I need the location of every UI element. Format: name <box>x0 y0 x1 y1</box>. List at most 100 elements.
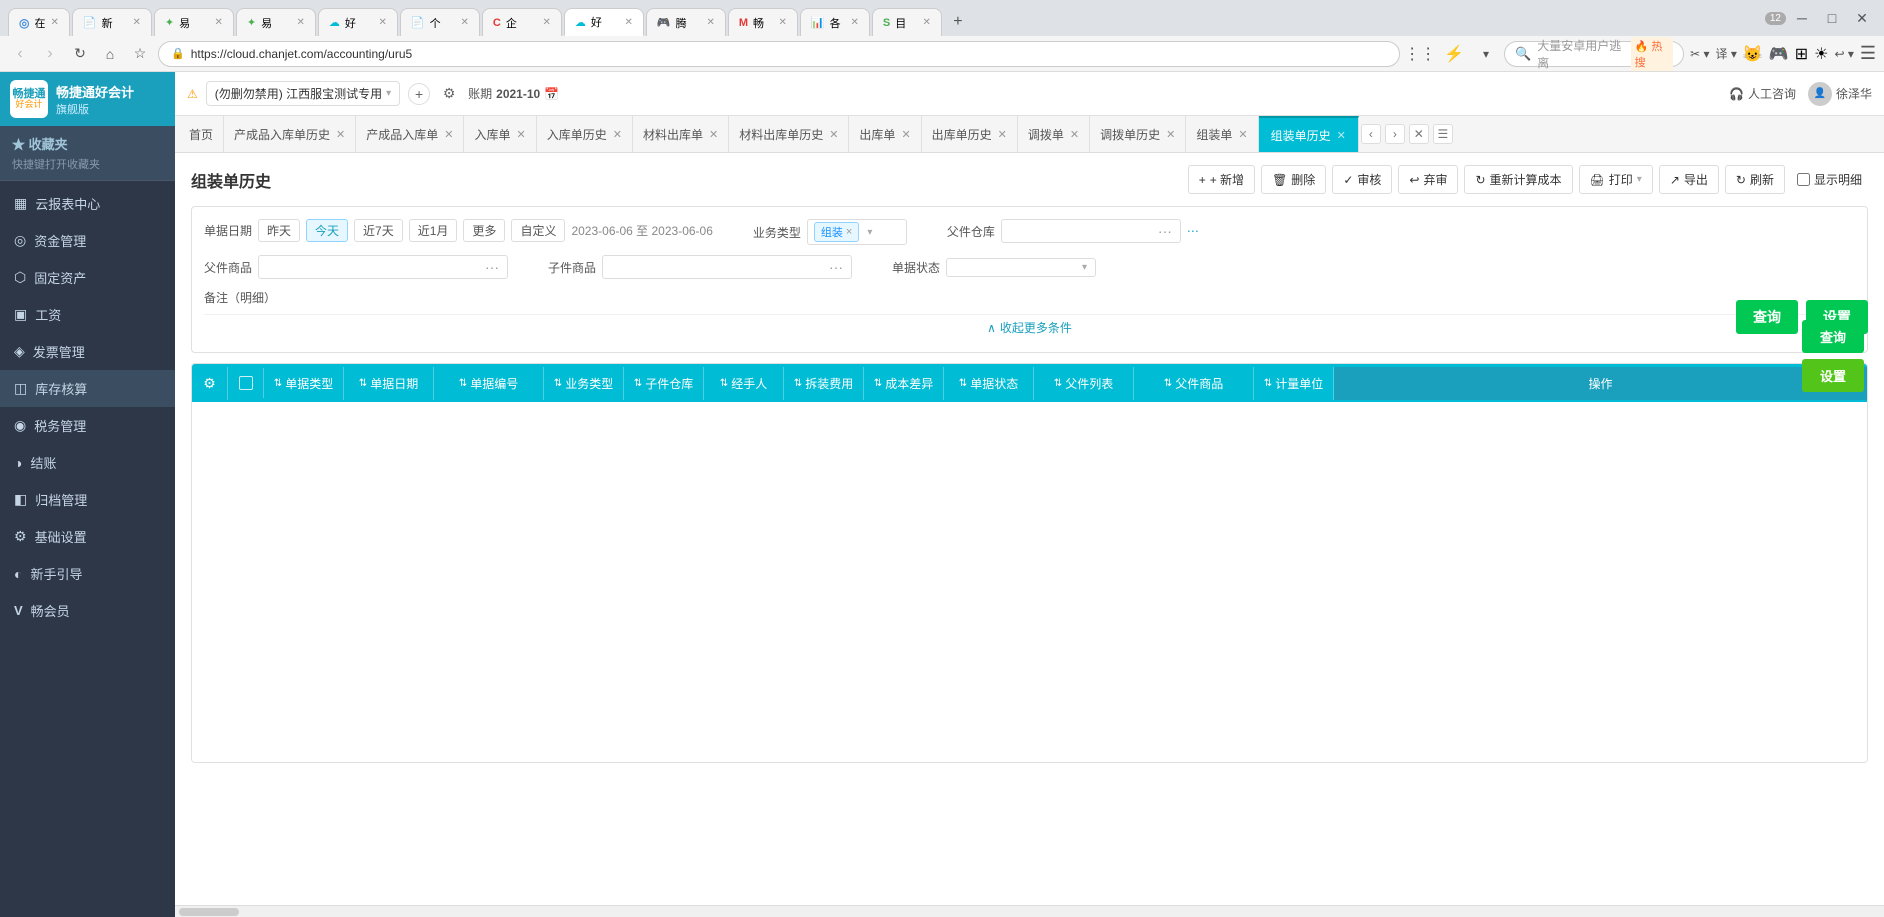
tab-close-8[interactable]: ✕ <box>624 17 632 28</box>
export-btn[interactable]: ↗ 导出 <box>1659 165 1719 194</box>
th-parentlist[interactable]: ⇅ 父件列表 <box>1034 367 1134 400</box>
th-type[interactable]: ⇅ 单据类型 <box>264 367 344 400</box>
window-close[interactable]: ✕ <box>1848 4 1876 32</box>
tag-close-icon[interactable]: × <box>846 226 852 238</box>
query-float-btn[interactable]: 查询 <box>1802 320 1864 353</box>
th-disassemble[interactable]: ⇅ 拆装费用 <box>784 367 864 400</box>
nav-home[interactable]: ⌂ <box>98 42 122 66</box>
nav-tab-scroll-right[interactable]: › <box>1385 124 1405 144</box>
emoji-btn[interactable]: 😺 <box>1743 44 1763 64</box>
browser-dropdown[interactable]: ▾ <box>1474 42 1498 66</box>
add-company-btn[interactable]: + <box>408 83 430 105</box>
sidebar-item-checkout[interactable]: ◑ 结账 <box>0 444 175 481</box>
biz-type-input[interactable]: 组装 × ▾ <box>807 219 907 245</box>
tab-close[interactable]: ✕ <box>998 128 1007 141</box>
date-btn-1month[interactable]: 近1月 <box>409 219 458 242</box>
header-checkbox[interactable] <box>239 376 253 390</box>
tab-prod-inbound[interactable]: 产成品入库单 ✕ <box>356 116 464 152</box>
tab-close[interactable]: ✕ <box>336 128 345 141</box>
parent-warehouse-ellipsis[interactable]: ··· <box>1158 223 1172 239</box>
sidebar-item-basic-settings[interactable]: ⚙ 基础设置 <box>0 518 175 555</box>
horizontal-scrollbar[interactable] <box>175 905 1884 917</box>
tab-close-11[interactable]: ✕ <box>850 17 858 28</box>
collapse-bar[interactable]: ∧ 收起更多条件 <box>204 314 1855 340</box>
refresh-btn[interactable]: ↻ 刷新 <box>1725 165 1785 194</box>
brightness-btn[interactable]: ☀ <box>1814 44 1828 64</box>
undo-btn[interactable]: ↩ ▾ <box>1834 47 1853 61</box>
settings-btn[interactable]: ⚙ <box>438 83 460 105</box>
date-btn-yesterday[interactable]: 昨天 <box>258 219 300 242</box>
sidebar-item-tax-mgmt[interactable]: ◉ 税务管理 <box>0 407 175 444</box>
child-goods-ellipsis[interactable]: ··· <box>829 259 843 275</box>
tab-assembly[interactable]: 组装单 ✕ <box>1186 116 1258 152</box>
new-btn[interactable]: + + 新增 <box>1188 165 1255 194</box>
sidebar-item-guide[interactable]: ◐ 新手引导 <box>0 555 175 592</box>
lightning-btn[interactable]: ⚡ <box>1440 40 1468 68</box>
tab-close-12[interactable]: ✕ <box>922 17 930 28</box>
tab-close-6[interactable]: ✕ <box>460 17 468 28</box>
tab-close[interactable]: ✕ <box>901 128 910 141</box>
th-warehouse[interactable]: ⇅ 子件仓库 <box>624 367 704 400</box>
nav-back[interactable]: ‹ <box>8 42 32 66</box>
show-detail-checkbox[interactable] <box>1797 173 1810 186</box>
tab-material-outbound-hist[interactable]: 材料出库单历史 ✕ <box>729 116 849 152</box>
th-checkbox[interactable] <box>228 368 264 398</box>
print-btn[interactable]: 🖨 打印 ▾ <box>1579 165 1653 194</box>
nav-tab-scroll-left[interactable]: ‹ <box>1361 124 1381 144</box>
translate-btn[interactable]: 译 ▾ <box>1715 45 1736 62</box>
parent-warehouse-input[interactable]: ··· <box>1001 219 1181 243</box>
sidebar-item-fund-mgmt[interactable]: ◎ 资金管理 <box>0 222 175 259</box>
tab-home[interactable]: 首页 <box>179 116 224 152</box>
scrollbar-thumb[interactable] <box>179 908 239 916</box>
delete-btn[interactable]: 🗑 删除 <box>1261 165 1326 194</box>
order-status-select[interactable]: ▾ <box>946 258 1096 277</box>
browser-tab-5[interactable]: ☁ 好 ✕ <box>318 8 398 36</box>
tab-close[interactable]: ✕ <box>829 128 838 141</box>
tab-close[interactable]: ✕ <box>444 128 453 141</box>
address-bar[interactable]: 🔒 https://cloud.chanjet.com/accounting/u… <box>158 41 1400 67</box>
query-btn[interactable]: 查询 <box>1736 300 1798 334</box>
search-bar[interactable]: 🔍 大量安卓用户逃离 🔥 热搜 <box>1504 41 1684 67</box>
tab-close-5[interactable]: ✕ <box>378 17 386 28</box>
tab-close[interactable]: ✕ <box>1070 128 1079 141</box>
parent-goods-ellipsis[interactable]: ··· <box>485 259 499 275</box>
th-num[interactable]: ⇅ 单据编号 <box>434 367 544 400</box>
th-unit[interactable]: ⇅ 计量单位 <box>1254 367 1334 400</box>
tab-close[interactable]: ✕ <box>517 128 526 141</box>
tab-close-all[interactable]: ✕ <box>1409 124 1429 144</box>
browser-tab-4[interactable]: ✦ 易 ✕ <box>236 8 316 36</box>
date-btn-today[interactable]: 今天 <box>306 219 348 242</box>
tab-transfer[interactable]: 调拨单 ✕ <box>1018 116 1090 152</box>
browser-tab-6[interactable]: 📄 个 ✕ <box>400 8 480 36</box>
parent-goods-input[interactable]: ··· <box>258 255 508 279</box>
sidebar-item-invoice-mgmt[interactable]: ◈ 发票管理 <box>0 333 175 370</box>
tab-transfer-hist[interactable]: 调拨单历史 ✕ <box>1090 116 1186 152</box>
game-btn[interactable]: 🎮 <box>1769 44 1789 64</box>
calendar-icon[interactable]: 📅 <box>544 87 559 101</box>
tab-close-10[interactable]: ✕ <box>778 17 786 28</box>
sidebar-item-vip[interactable]: V 畅会员 <box>0 592 175 629</box>
nav-forward[interactable]: › <box>38 42 62 66</box>
tab-close-3[interactable]: ✕ <box>214 17 222 28</box>
browser-tab-9[interactable]: 🎮 腾 ✕ <box>646 8 726 36</box>
tab-close[interactable]: ✕ <box>613 128 622 141</box>
new-tab-btn[interactable]: + <box>944 8 972 36</box>
th-date[interactable]: ⇅ 单据日期 <box>344 367 434 400</box>
browser-tab-11[interactable]: 📊 各 ✕ <box>800 8 870 36</box>
nav-refresh[interactable]: ↻ <box>68 42 92 66</box>
tab-options[interactable]: ☰ <box>1433 124 1453 144</box>
tab-outbound-hist[interactable]: 出库单历史 ✕ <box>922 116 1018 152</box>
sidebar-item-cloud-report[interactable]: ▦ 云报表中心 <box>0 185 175 222</box>
help-btn[interactable]: 🎧 人工咨询 <box>1729 85 1796 102</box>
sidebar-item-fixed-assets[interactable]: ⬡ 固定资产 <box>0 259 175 296</box>
th-handler[interactable]: ⇅ 经手人 <box>704 367 784 400</box>
sidebar-item-inventory[interactable]: ◫ 库存核算 <box>0 370 175 407</box>
settings-float-btn[interactable]: 设置 <box>1802 359 1864 392</box>
browser-tab-2[interactable]: 📄 新 ✕ <box>72 8 152 36</box>
browser-apps-btn[interactable]: ⋮⋮ <box>1406 40 1434 68</box>
grid-btn[interactable]: ⊞ <box>1795 44 1808 64</box>
date-btn-custom[interactable]: 自定义 <box>511 219 565 242</box>
browser-tab-3[interactable]: ✦ 易 ✕ <box>154 8 234 36</box>
tab-material-outbound[interactable]: 材料出库单 ✕ <box>633 116 729 152</box>
date-btn-7days[interactable]: 近7天 <box>354 219 403 242</box>
